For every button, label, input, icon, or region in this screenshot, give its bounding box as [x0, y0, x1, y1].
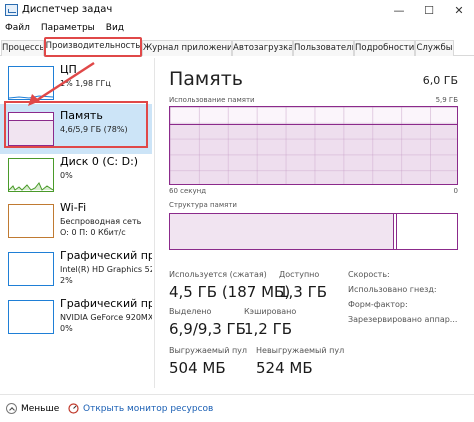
sidebar-item-wifi[interactable]: Wi-Fi Беспроводная сеть О: 0 П: 0 Кбит/с — [0, 196, 152, 246]
gpu0-thumbnail-graph — [8, 252, 54, 286]
total-memory: 6,0 ГБ — [422, 74, 458, 87]
minimize-button[interactable]: — — [384, 0, 414, 21]
memory-composition-bar — [169, 213, 458, 250]
tab-users[interactable]: Пользователи — [293, 40, 354, 56]
form-factor-label: Форм-фактор: — [348, 300, 408, 309]
sidebar-item-gpu0[interactable]: Графический процессор 0 Intel(R) HD Grap… — [0, 244, 152, 294]
usage-graph-label: Использование памяти — [169, 96, 255, 104]
in-use-label: Используется (сжатая) — [169, 270, 267, 279]
sidebar-item-title: Графический процессор 1 — [60, 297, 152, 310]
sidebar-item-detail: Intel(R) HD Graphics 520 — [60, 265, 152, 274]
menu-file[interactable]: Файл — [0, 21, 36, 37]
tab-services[interactable]: Службы — [415, 40, 454, 56]
menu-options[interactable]: Параметры — [36, 21, 101, 37]
committed-value: 6,9/9,3 ГБ — [169, 320, 246, 338]
cpu-sparkline — [8, 95, 54, 99]
sidebar-item-disk[interactable]: Диск 0 (C: D:) 0% — [0, 150, 152, 200]
cpu-thumbnail-graph — [8, 66, 54, 100]
performance-sidebar: ЦП 1% 1,98 ГГц Память 4,6/5,9 ГБ (78%) Д… — [0, 58, 152, 388]
sidebar-item-title: Графический процессор 0 — [60, 249, 152, 262]
chevron-up-icon — [6, 403, 17, 414]
sidebar-item-gpu1[interactable]: Графический процессор 1 NVIDIA GeForce 9… — [0, 292, 152, 342]
sidebar-item-detail-2: 0% — [60, 324, 73, 333]
title-bar: Диспетчер задач — ☐ ✕ — [0, 0, 474, 21]
resource-monitor-label: Открыть монитор ресурсов — [83, 403, 214, 414]
resource-monitor-icon — [68, 403, 79, 414]
memory-composition-label: Структура памяти — [169, 201, 237, 209]
sidebar-item-title: Память — [60, 109, 103, 122]
task-manager-icon — [5, 4, 18, 16]
in-use-value: 4,5 ГБ (187 МБ) — [169, 283, 291, 301]
disk-thumbnail-graph — [8, 158, 54, 192]
tab-details[interactable]: Подробности — [354, 40, 415, 56]
window-title: Диспетчер задач — [22, 4, 113, 15]
nonpaged-pool-label: Невыгружаемый пул — [256, 346, 345, 355]
composition-modified — [393, 214, 397, 249]
sidebar-item-title: Диск 0 (C: D:) — [60, 155, 139, 168]
sidebar-item-cpu[interactable]: ЦП 1% 1,98 ГГц — [0, 58, 152, 108]
page-title: Память — [169, 68, 243, 90]
sidebar-item-memory[interactable]: Память 4,6/5,9 ГБ (78%) — [0, 104, 152, 154]
footer-bar: Меньше Открыть монитор ресурсов — [0, 394, 474, 422]
cached-label: Кэшировано — [244, 307, 297, 316]
sidebar-item-detail: 4,6/5,9 ГБ (78%) — [60, 125, 128, 134]
close-button[interactable]: ✕ — [444, 0, 474, 21]
tab-startup[interactable]: Автозагрузка — [232, 40, 293, 56]
cached-value: 1,2 ГБ — [244, 320, 293, 338]
sidebar-item-title: ЦП — [60, 63, 77, 76]
sidebar-item-detail: Беспроводная сеть — [60, 217, 142, 226]
gpu1-thumbnail-graph — [8, 300, 54, 334]
sidebar-item-detail: NVIDIA GeForce 920MX — [60, 313, 152, 322]
available-value: 1,3 ГБ — [279, 283, 328, 301]
composition-in-use — [170, 214, 394, 249]
fewer-details-button[interactable]: Меньше — [6, 403, 59, 414]
memory-usage-graph — [169, 106, 458, 185]
paged-pool-value: 504 МБ — [169, 359, 226, 377]
hardware-reserved-label: Зарезервировано аппар... — [348, 315, 458, 324]
menu-bar: Файл Параметры Вид — [0, 21, 474, 37]
memory-thumbnail-fill — [9, 120, 53, 145]
sidebar-item-title: Wi-Fi — [60, 201, 87, 214]
memory-usage-fill — [170, 123, 457, 184]
available-label: Доступно — [279, 270, 320, 279]
tab-app-history[interactable]: Журнал приложений — [142, 40, 232, 56]
speed-label: Скорость: — [348, 270, 390, 279]
tab-processes[interactable]: Процессы — [1, 40, 44, 56]
sidebar-item-detail-2: 2% — [60, 276, 73, 285]
paged-pool-label: Выгружаемый пул — [169, 346, 248, 355]
slots-used-label: Использовано гнезд: — [348, 285, 437, 294]
memory-thumbnail-graph — [8, 112, 54, 146]
usage-graph-max: 5,9 ГБ — [435, 96, 458, 104]
open-resource-monitor-link[interactable]: Открыть монитор ресурсов — [68, 403, 213, 414]
nonpaged-pool-value: 524 МБ — [256, 359, 313, 377]
maximize-button[interactable]: ☐ — [414, 0, 444, 21]
fewer-details-label: Меньше — [21, 403, 60, 414]
graph-time-span: 60 секунд — [169, 187, 207, 195]
menu-view[interactable]: Вид — [101, 21, 130, 37]
tab-bar: Процессы Производительность Журнал прило… — [0, 37, 474, 57]
sidebar-item-detail: 1% 1,98 ГГц — [60, 79, 111, 88]
tab-performance[interactable]: Производительность — [44, 38, 142, 57]
wifi-thumbnail-graph — [8, 204, 54, 238]
committed-label: Выделено — [169, 307, 212, 316]
sidebar-item-detail: 0% — [60, 171, 73, 180]
pane-divider — [154, 58, 155, 388]
disk-sparkline — [8, 182, 54, 191]
sidebar-item-detail-2: О: 0 П: 0 Кбит/с — [60, 228, 126, 237]
graph-min-value: 0 — [453, 187, 458, 195]
